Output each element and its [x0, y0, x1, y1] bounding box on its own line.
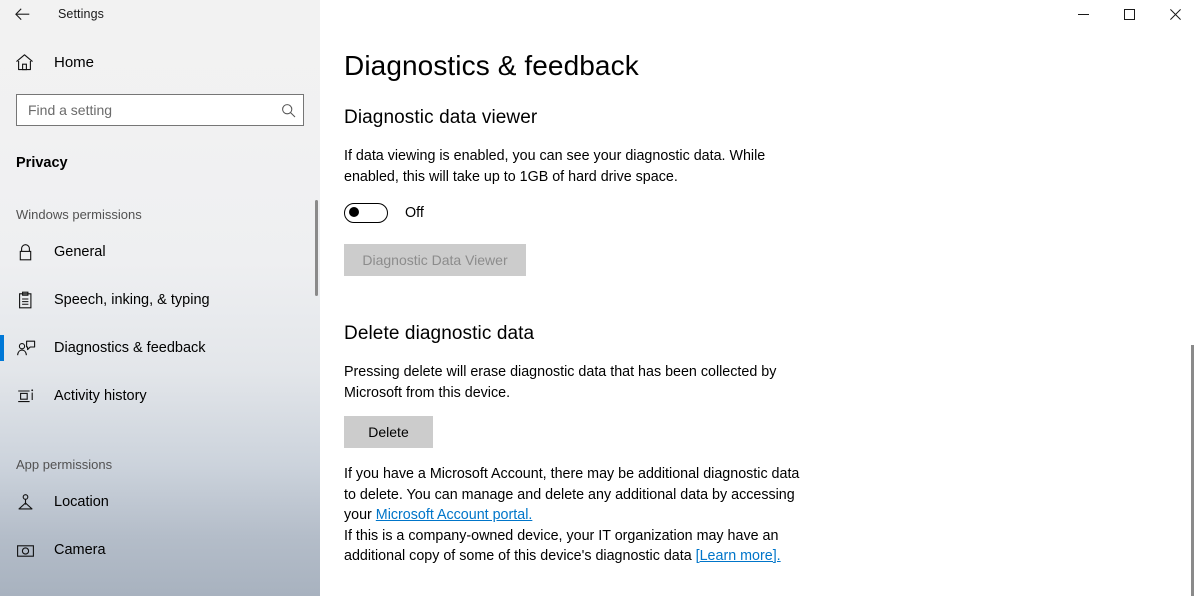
home-icon — [15, 53, 37, 72]
section-description-delete-diagnostic-data: Pressing delete will erase diagnostic da… — [344, 364, 777, 401]
section-title-diagnostic-data-viewer: Diagnostic data viewer — [344, 107, 538, 128]
sidebar-scrollbar-thumb[interactable] — [315, 200, 318, 296]
sidebar-item-diagnostics-feedback-label: Diagnostics & feedback — [54, 340, 206, 356]
activity-history-icon — [16, 387, 38, 406]
location-pin-icon — [16, 493, 38, 512]
sidebar-item-camera-label: Camera — [54, 542, 106, 558]
sidebar-item-speech-inking-typing-label: Speech, inking, & typing — [54, 292, 210, 308]
sidebar-item-home-label: Home — [54, 53, 95, 71]
section-description-diagnostic-data-viewer: If data viewing is enabled, you can see … — [344, 148, 766, 185]
window-title: Settings — [58, 7, 104, 21]
settings-window: Settings Home Find a setting Privacy Win… — [0, 0, 1198, 596]
sidebar-item-diagnostics-feedback[interactable]: Diagnostics & feedback — [0, 324, 320, 372]
learn-more-link[interactable]: [Learn more]. — [696, 548, 781, 564]
sidebar-item-activity-history[interactable]: Activity history — [0, 372, 320, 420]
toggle-knob — [349, 207, 359, 218]
camera-icon — [16, 541, 38, 560]
back-arrow-icon — [14, 7, 30, 21]
window-controls — [1060, 0, 1198, 28]
sidebar-content: Home Privacy Windows permissions — [0, 0, 320, 574]
content-scrollbar[interactable] — [1184, 28, 1198, 596]
sidebar-item-speech-inking-typing[interactable]: Speech, inking, & typing — [0, 276, 320, 324]
maximize-icon — [1123, 8, 1135, 20]
sidebar-item-activity-history-label: Activity history — [54, 388, 147, 404]
sidebar: Home Privacy Windows permissions — [0, 0, 320, 596]
search-box[interactable] — [16, 94, 304, 126]
main-content: Diagnostics & feedback Diagnostic data v… — [320, 0, 1198, 596]
section-title-delete-diagnostic-data: Delete diagnostic data — [344, 323, 535, 344]
diagnostic-data-viewer-button[interactable]: Diagnostic Data Viewer — [344, 244, 526, 276]
clipboard-icon — [16, 291, 38, 310]
sidebar-item-general-label: General — [54, 244, 106, 260]
microsoft-account-portal-link[interactable]: Microsoft Account portal. — [376, 507, 533, 523]
back-button[interactable] — [0, 0, 44, 28]
sidebar-scrollbar[interactable] — [313, 28, 319, 596]
sidebar-item-camera[interactable]: Camera — [0, 526, 320, 574]
sidebar-category-title: Privacy — [16, 155, 68, 171]
close-icon — [1169, 8, 1181, 20]
diagnostic-data-viewer-toggle-state: Off — [405, 205, 424, 221]
sidebar-item-home[interactable]: Home — [0, 42, 320, 82]
sidebar-group-header-windows-permissions: Windows permissions — [16, 207, 142, 222]
title-bar-left: Settings — [0, 0, 104, 28]
maximize-button[interactable] — [1106, 0, 1152, 28]
sidebar-item-general[interactable]: General — [0, 228, 320, 276]
sidebar-item-location[interactable]: Location — [0, 478, 320, 526]
delete-footnote: If you have a Microsoft Account, there m… — [344, 448, 804, 567]
content-scrollbar-thumb[interactable] — [1191, 345, 1194, 596]
close-button[interactable] — [1152, 0, 1198, 28]
sidebar-item-location-label: Location — [54, 494, 109, 510]
diagnostic-data-viewer-toggle-row: Off — [344, 203, 1198, 223]
feedback-person-icon — [16, 339, 38, 358]
search-icon[interactable] — [273, 95, 303, 125]
lock-icon — [16, 243, 38, 262]
diagnostic-data-viewer-toggle[interactable] — [344, 203, 388, 223]
selection-indicator — [0, 335, 4, 361]
search-input[interactable] — [17, 95, 273, 125]
minimize-button[interactable] — [1060, 0, 1106, 28]
sidebar-group-header-app-permissions: App permissions — [16, 457, 113, 472]
delete-button[interactable]: Delete — [344, 416, 433, 448]
minimize-icon — [1077, 9, 1089, 20]
